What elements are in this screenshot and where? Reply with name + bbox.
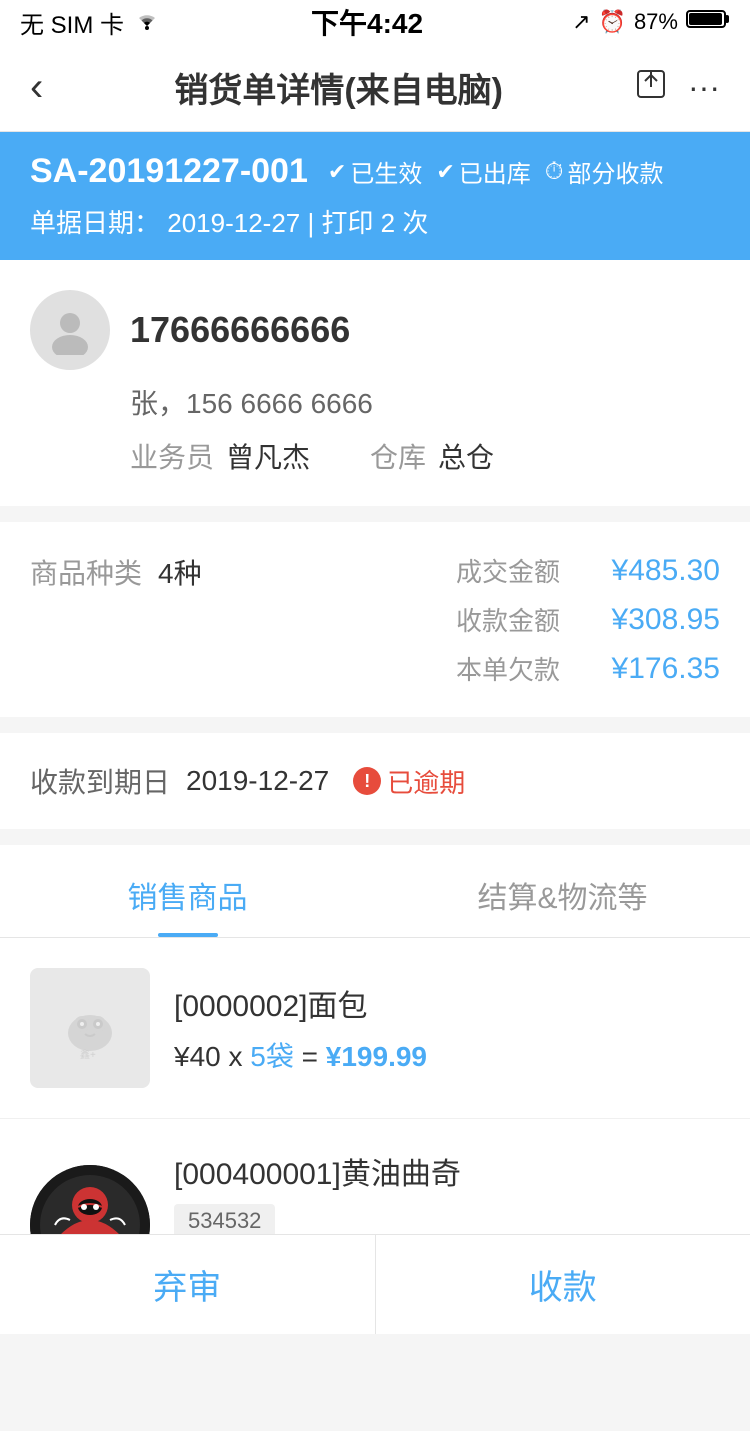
customer-contact: 张，156 6666 6666 <box>30 382 720 422</box>
payment-label: 收款 <box>529 1260 597 1309</box>
sales-label: 业务员 <box>130 436 214 476</box>
status-partial-label: 部分收款 <box>568 154 664 189</box>
check-icon-1: ✔ <box>328 159 346 185</box>
status-effective: ✔ 已生效 <box>328 154 422 189</box>
tabs-section: 销售商品 结算&物流等 <box>0 845 750 938</box>
debt-label: 本单欠款 <box>456 650 560 687</box>
page-title: 销货单详情(来自电脑) <box>174 63 503 112</box>
status-bar: 无 SIM 卡 下午4:42 ↗ ⏰ 87% <box>0 0 750 44</box>
nav-bar: ‹ 销货单详情(来自电脑) ··· <box>0 44 750 132</box>
cancel-review-button[interactable]: 弃审 <box>0 1235 376 1334</box>
order-date-line: 单据日期： 2019-12-27 | 打印 2 次 <box>30 203 720 240</box>
battery-text: 87% <box>634 9 678 35</box>
product-thumbnail-1: 鑫+ <box>30 968 150 1088</box>
overdue-badge: ! 已逾期 <box>353 763 465 800</box>
warehouse-value: 总仓 <box>438 436 494 476</box>
clock-icon: ⏱ <box>545 158 564 186</box>
product-price-line-1: ¥40 x 5袋 = ¥199.99 <box>174 1035 720 1075</box>
overdue-icon: ! <box>353 767 381 795</box>
tab-sales-label: 销售商品 <box>128 882 248 915</box>
received-label: 收款金额 <box>456 601 560 638</box>
check-icon-2: ✔ <box>436 159 454 185</box>
sales-person: 业务员 曾凡杰 <box>130 436 310 476</box>
customer-top: 17666666666 <box>30 290 720 370</box>
tab-settlement[interactable]: 结算&物流等 <box>375 845 750 937</box>
type-count: 4种 <box>158 552 202 592</box>
location-icon: ↗ <box>572 9 590 35</box>
status-effective-label: 已生效 <box>350 154 422 189</box>
alarm-icon: ⏰ <box>599 9 626 35</box>
warehouse-label: 仓库 <box>370 436 426 476</box>
product-info-1: [0000002]面包 ¥40 x 5袋 = ¥199.99 <box>174 981 720 1075</box>
debt-row: 本单欠款 ¥176.35 <box>456 650 720 687</box>
due-section: 收款到期日 2019-12-27 ! 已逾期 <box>0 733 750 829</box>
status-shipped-label: 已出库 <box>459 154 531 189</box>
status-bar-left: 无 SIM 卡 <box>20 5 162 40</box>
amount-label: 成交金额 <box>456 552 560 589</box>
received-row: 收款金额 ¥308.95 <box>456 601 720 638</box>
overdue-label: 已逾期 <box>387 763 465 800</box>
tab-sales-products[interactable]: 销售商品 <box>0 845 375 937</box>
customer-name: 17666666666 <box>130 309 350 351</box>
status-partial-payment: ⏱ 部分收款 <box>545 154 664 189</box>
battery-icon <box>686 8 730 36</box>
payment-button[interactable]: 收款 <box>376 1235 750 1334</box>
product-total-1: ¥199.99 <box>326 1041 427 1072</box>
nav-bar-right: ··· <box>634 67 720 109</box>
order-number: SA-20191227-001 <box>30 152 308 191</box>
product-name-2: [000400001]黄油曲奇 <box>174 1149 720 1193</box>
customer-meta: 业务员 曾凡杰 仓库 总仓 <box>30 436 720 476</box>
product-name-1: [0000002]面包 <box>174 981 720 1025</box>
summary-right: 成交金额 ¥485.30 收款金额 ¥308.95 本单欠款 ¥176.35 <box>456 552 720 687</box>
status-shipped: ✔ 已出库 <box>436 154 530 189</box>
sales-value: 曾凡杰 <box>226 436 310 476</box>
product-quantity-1: 5袋 <box>250 1041 294 1072</box>
warehouse: 仓库 总仓 <box>370 436 494 476</box>
product-sku-2: 534532 <box>174 1204 275 1238</box>
share-icon[interactable] <box>634 67 668 109</box>
status-bar-right: ↗ ⏰ 87% <box>572 8 730 36</box>
sim-status: 无 SIM 卡 <box>20 5 124 40</box>
status-tags: ✔ 已生效 ✔ 已出库 ⏱ 部分收款 <box>328 154 664 189</box>
due-date-value: 2019-12-27 <box>186 765 329 797</box>
status-bar-time: 下午4:42 <box>311 2 423 42</box>
customer-section: 17666666666 张，156 6666 6666 业务员 曾凡杰 仓库 总… <box>0 260 750 506</box>
received-value: ¥308.95 <box>580 603 720 637</box>
avatar <box>30 290 110 370</box>
more-icon[interactable]: ··· <box>688 69 720 106</box>
svg-text:鑫+: 鑫+ <box>80 1048 96 1061</box>
date-value: 2019-12-27 <box>167 208 300 238</box>
wifi-icon <box>132 8 162 37</box>
product-equals-1: = <box>302 1041 326 1072</box>
summary-section: 商品种类 4种 成交金额 ¥485.30 收款金额 ¥308.95 本单欠款 ¥… <box>0 522 750 717</box>
date-label: 单据日期： <box>30 208 160 238</box>
back-button[interactable]: ‹ <box>30 65 43 110</box>
amount-value: ¥485.30 <box>580 554 720 588</box>
order-header: SA-20191227-001 ✔ 已生效 ✔ 已出库 ⏱ 部分收款 单据日期：… <box>0 132 750 260</box>
tabs-row: 销售商品 结算&物流等 <box>0 845 750 937</box>
due-label: 收款到期日 <box>30 761 170 801</box>
bottom-bar: 弃审 收款 <box>0 1234 750 1334</box>
tab-settlement-label: 结算&物流等 <box>477 882 647 915</box>
print-info: | 打印 2 次 <box>307 208 428 238</box>
amount-row: 成交金额 ¥485.30 <box>456 552 720 589</box>
product-price-1: ¥40 x <box>174 1041 250 1072</box>
debt-value: ¥176.35 <box>580 652 720 686</box>
list-item: 鑫+ [0000002]面包 ¥40 x 5袋 = ¥199.99 <box>0 938 750 1119</box>
type-label: 商品种类 <box>30 552 142 592</box>
cancel-review-label: 弃审 <box>153 1260 221 1309</box>
nav-bar-left: ‹ <box>30 65 43 110</box>
summary-left: 商品种类 4种 <box>30 552 202 592</box>
